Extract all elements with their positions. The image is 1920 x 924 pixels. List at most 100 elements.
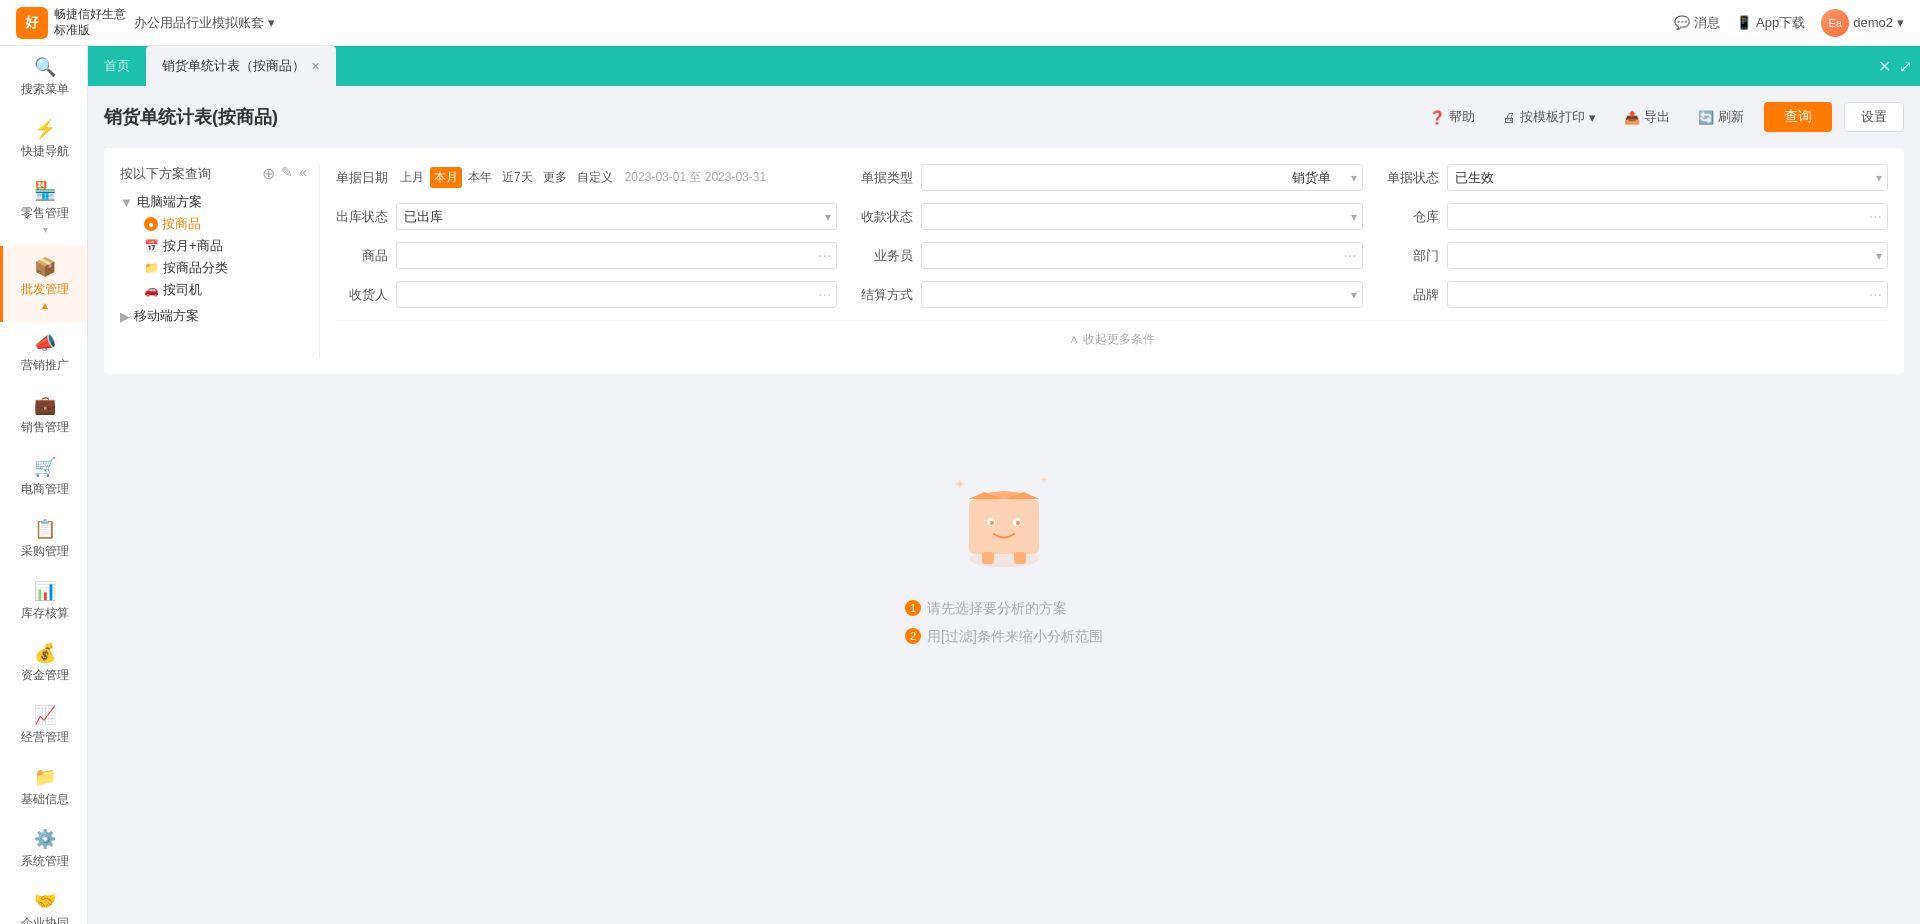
maximize-icon[interactable]: ⤢	[1899, 57, 1912, 76]
tab-home[interactable]: 首页	[88, 46, 146, 86]
filter-dept: 部门 ▾	[1387, 242, 1888, 269]
goods-dots-icon[interactable]: ···	[818, 247, 831, 265]
date-tab-7days[interactable]: 近7天	[498, 167, 537, 188]
filter-section: 按以下方案查询 ⊕ ✎ « ▼ 电脑端方案	[104, 148, 1904, 374]
query-button[interactable]: 查询	[1764, 102, 1832, 132]
refresh-icon: 🔄	[1698, 110, 1714, 125]
doc-status-input[interactable]	[1447, 164, 1888, 191]
help-btn[interactable]: ❓ 帮助	[1421, 104, 1483, 130]
dept-input[interactable]	[1447, 242, 1888, 269]
salesman-dots-icon[interactable]: ···	[1343, 247, 1356, 265]
svg-text:✦: ✦	[954, 476, 966, 492]
dept-wrap: ▾	[1447, 242, 1888, 269]
sidebar-item-system[interactable]: ⚙️ 系统管理	[0, 818, 87, 880]
sidebar-item-wholesale[interactable]: 📦 批发管理 ▲	[0, 246, 87, 322]
sidebar-item-ecommerce[interactable]: 🛒 电商管理	[0, 446, 87, 508]
doc-status-arrow-icon[interactable]: ▾	[1876, 171, 1882, 185]
right-filters: 单据日期 上月 本月 本年 近7天 更多 自定义	[320, 164, 1888, 358]
sidebar-item-finance[interactable]: 💰 资金管理	[0, 632, 87, 694]
template-print-btn[interactable]: 🖨 按模板打印 ▾	[1495, 104, 1604, 130]
filter-goods: 商品 ···	[336, 242, 837, 269]
close-window-icon[interactable]: ✕	[1878, 57, 1891, 76]
tab-sales-report[interactable]: 销货单统计表（按商品） ✕	[146, 46, 336, 86]
collapse-bar[interactable]: ∧ 收起更多条件	[336, 320, 1888, 358]
help-icon: ❓	[1429, 110, 1445, 125]
refresh-btn[interactable]: 🔄 刷新	[1690, 104, 1752, 130]
tree-child-by-category[interactable]: 📁 按商品分类	[120, 259, 307, 277]
doc-type-arrow-icon[interactable]: ▾	[1351, 171, 1357, 185]
filter-row-4: 收货人 ··· 结算方式	[336, 281, 1888, 308]
workspace-selector[interactable]: 办公用品行业模拟账套 ▾	[134, 14, 275, 32]
filter-receipt-status: 收款状态 ▾	[861, 203, 1362, 230]
receipt-status-input[interactable]	[921, 203, 1362, 230]
header-left: 好 畅捷信好生意 标准版 办公用品行业模拟账套 ▾	[16, 7, 275, 39]
chevron-down-icon: ▾	[1897, 15, 1904, 30]
sidebar-item-sales[interactable]: 💼 销售管理	[0, 384, 87, 446]
payment-arrow-icon[interactable]: ▾	[1351, 288, 1357, 302]
out-status-value: 已出库	[404, 208, 443, 226]
receiver-dots-icon[interactable]: ···	[818, 286, 831, 304]
retail-icon: 🏪	[7, 180, 83, 202]
sidebar-item-retail[interactable]: 🏪 零售管理 ▾	[0, 170, 87, 246]
brand-input[interactable]	[1447, 281, 1888, 308]
sidebar-item-marketing[interactable]: 📣 营销推广	[0, 322, 87, 384]
date-range-wrap: 上月 本月 本年 近7天 更多 自定义 2023-03-01 至 2023-03…	[396, 167, 837, 188]
app-download-btn[interactable]: 📱 App下载	[1736, 14, 1805, 32]
tree-child-by-driver[interactable]: 🚗 按司机	[120, 281, 307, 299]
out-status-wrap: 已出库 ▾	[396, 203, 837, 230]
date-tab-this-year[interactable]: 本年	[464, 167, 496, 188]
export-icon: 📤	[1624, 110, 1640, 125]
page-content: 销货单统计表(按商品) ❓ 帮助 🖨 按模板打印 ▾ 📤	[88, 86, 1920, 924]
collapse-left-icon[interactable]: «	[299, 164, 307, 183]
date-tab-more[interactable]: 更多	[539, 167, 571, 188]
logo-icon: 好	[16, 7, 48, 39]
sales-icon: 💼	[7, 394, 83, 416]
warehouse-dots-icon[interactable]: ···	[1869, 208, 1882, 226]
tree-parent-mobile[interactable]: ▶ 移动端方案	[120, 307, 307, 325]
out-status-input[interactable]	[396, 203, 837, 230]
sidebar-item-search[interactable]: 🔍 搜索菜单	[0, 46, 87, 108]
settings-button[interactable]: 设置	[1844, 102, 1904, 132]
add-icon[interactable]: ⊕	[262, 164, 275, 183]
operation-icon: 📈	[7, 704, 83, 726]
filter-row-2: 出库状态 已出库 ▾ 收款状态	[336, 203, 1888, 230]
warehouse-input[interactable]	[1447, 203, 1888, 230]
filter-doc-type: 单据类型 销货单 ▾	[861, 164, 1362, 191]
expand-icon: ▲	[40, 300, 50, 311]
tree-child-by-month-goods[interactable]: 📅 按月+商品	[120, 237, 307, 255]
sidebar-item-basic-info[interactable]: 📁 基础信息	[0, 756, 87, 818]
driver-icon: 🚗	[144, 283, 159, 297]
date-tab-last-month[interactable]: 上月	[396, 167, 428, 188]
sidebar-item-procurement[interactable]: 📋 采购管理	[0, 508, 87, 570]
dept-arrow-icon[interactable]: ▾	[1876, 249, 1882, 263]
date-tab-this-month[interactable]: 本月	[430, 167, 462, 188]
date-tab-custom[interactable]: 自定义	[573, 167, 617, 188]
filter-row-1: 单据日期 上月 本月 本年 近7天 更多 自定义	[336, 164, 1888, 191]
user-menu[interactable]: Ea demo2 ▾	[1821, 9, 1904, 37]
tree-expand-icon: ▼	[120, 195, 133, 210]
sidebar-item-operation[interactable]: 📈 经营管理	[0, 694, 87, 756]
sidebar-item-quick-nav[interactable]: ⚡ 快捷导航	[0, 108, 87, 170]
out-status-arrow-icon[interactable]: ▾	[825, 210, 831, 224]
tree-child-by-goods[interactable]: ● 按商品	[120, 215, 307, 233]
message-btn[interactable]: 💬 消息	[1674, 14, 1720, 32]
salesman-input[interactable]	[921, 242, 1362, 269]
sidebar-item-cooperation[interactable]: 🤝 企业协同	[0, 880, 87, 924]
export-btn[interactable]: 📤 导出	[1616, 104, 1678, 130]
date-range-display: 2023-03-01 至 2023-03-31	[625, 169, 766, 186]
filter-row-3: 商品 ··· 业务员	[336, 242, 1888, 269]
sidebar-item-inventory[interactable]: 📊 库存核算	[0, 570, 87, 632]
edit-icon[interactable]: ✎	[281, 164, 293, 183]
tree-collapse-icon: ▶	[120, 309, 130, 324]
message-icon: 💬	[1674, 15, 1690, 30]
tab-close-icon[interactable]: ✕	[311, 60, 320, 73]
tree-parent-desktop[interactable]: ▼ 电脑端方案	[120, 193, 307, 211]
receiver-input[interactable]	[396, 281, 837, 308]
download-icon: 📱	[1736, 15, 1752, 30]
goods-input[interactable]	[396, 242, 837, 269]
main-layout: 🔍 搜索菜单 ⚡ 快捷导航 🏪 零售管理 ▾ 📦 批发管理 ▲ 📣 营销推广	[0, 46, 1920, 924]
brand-dots-icon[interactable]: ···	[1869, 286, 1882, 304]
payment-input[interactable]	[921, 281, 1362, 308]
receipt-status-arrow-icon[interactable]: ▾	[1351, 210, 1357, 224]
tab-maximize-area: ✕ ⤢	[1878, 57, 1912, 76]
